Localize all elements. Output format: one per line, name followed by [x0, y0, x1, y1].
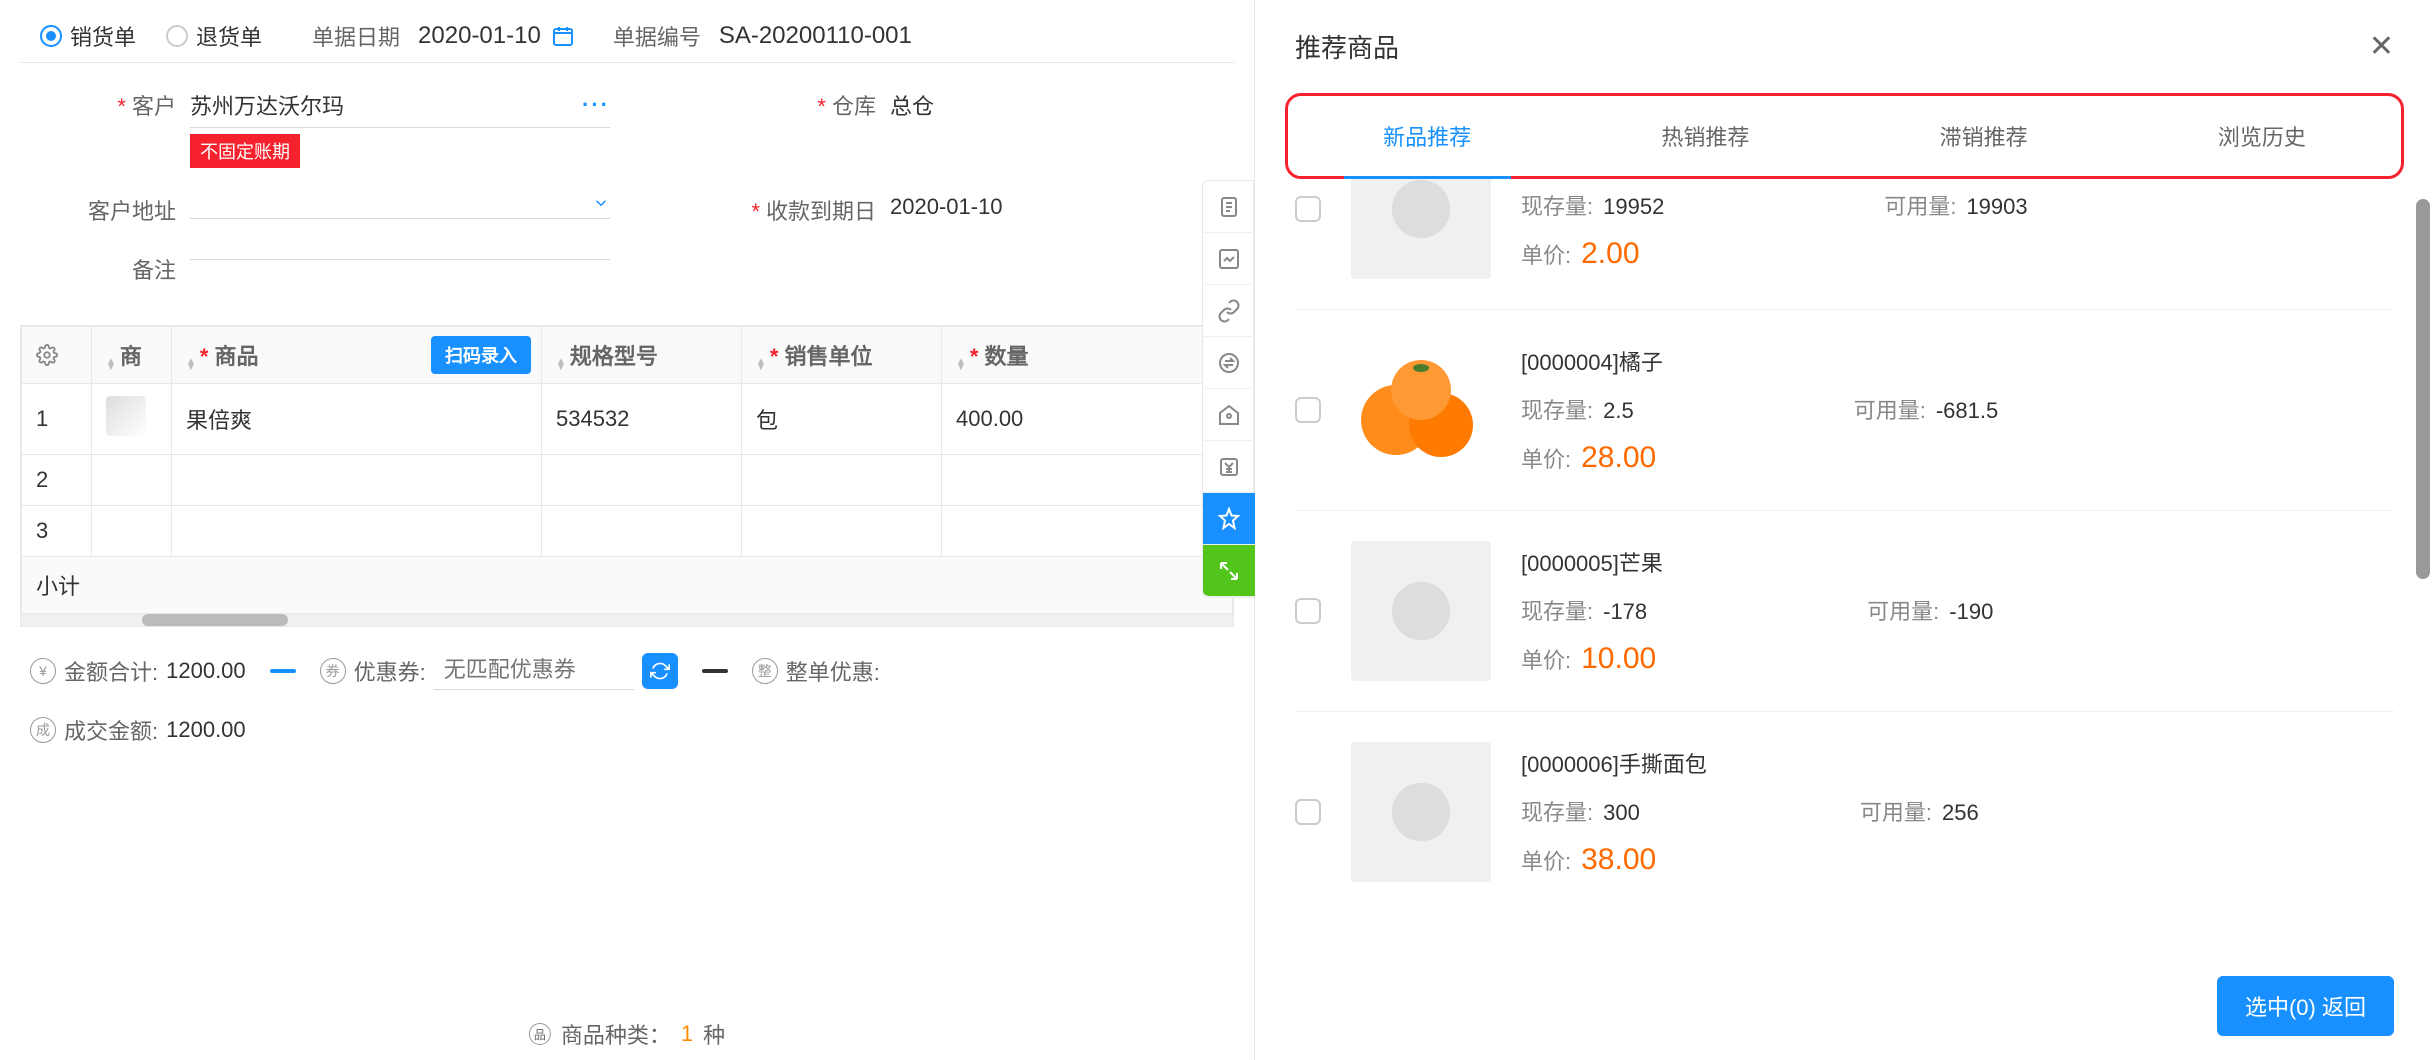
radio-return[interactable]: 退货单 — [166, 20, 262, 52]
list-item[interactable]: 250ml 现存量:19952 可用量:19903 单价:2.00 — [1295, 179, 2394, 310]
table-row[interactable]: 1 果倍爽 534532 包 400.00 — [22, 384, 1233, 455]
tab-hot[interactable]: 热销推荐 — [1566, 106, 1844, 166]
dash-icon — [702, 669, 728, 673]
col-qty[interactable]: ▲▼*数量 — [942, 327, 1233, 384]
chevron-down-icon — [592, 194, 610, 212]
address-field[interactable] — [190, 188, 610, 219]
item-checkbox[interactable] — [1295, 598, 1321, 624]
calendar-icon — [551, 24, 575, 48]
radio-return-label: 退货单 — [196, 20, 262, 52]
account-period-badge: 不固定账期 — [190, 134, 300, 168]
item-price: 38.00 — [1581, 843, 1656, 876]
refresh-coupon-button[interactable] — [642, 653, 678, 689]
radio-sales-label: 销货单 — [70, 20, 136, 52]
product-image — [1351, 340, 1491, 480]
cell-product[interactable]: 果倍爽 — [172, 384, 542, 455]
docno-label: 单据编号 — [613, 20, 701, 52]
radio-sales[interactable]: 销货单 — [40, 20, 136, 52]
list-item[interactable]: [0000006]手撕面包 现存量:300 可用量:256 单价:38.00 — [1295, 712, 2394, 912]
strip-link-icon[interactable] — [1203, 285, 1255, 337]
item-checkbox[interactable] — [1295, 799, 1321, 825]
docno-value: SA-20200110-001 — [719, 22, 912, 50]
item-price: 10.00 — [1581, 642, 1656, 675]
col-spec[interactable]: ▲▼规格型号 — [542, 327, 742, 384]
strip-money-icon[interactable] — [1203, 441, 1255, 493]
select-return-button[interactable]: 选中(0) 返回 — [2217, 976, 2394, 1036]
cell-unit[interactable]: 包 — [742, 384, 942, 455]
col-image[interactable]: ▲▼商 — [92, 327, 172, 384]
product-thumb — [106, 396, 146, 436]
customer-lookup-icon[interactable]: ··· — [582, 92, 610, 118]
close-icon[interactable]: ✕ — [2369, 29, 2394, 64]
bottom-summary: 品 商品种类： 1 种 — [529, 1018, 725, 1050]
gear-icon — [36, 344, 58, 366]
tab-new[interactable]: 新品推荐 — [1288, 106, 1566, 166]
tab-history[interactable]: 浏览历史 — [2123, 106, 2401, 166]
sku-icon: 品 — [529, 1023, 551, 1045]
strip-expand-icon[interactable] — [1203, 545, 1255, 597]
recommend-tabs: 新品推荐 热销推荐 滞销推荐 浏览历史 — [1285, 93, 2404, 179]
horizontal-scrollbar[interactable] — [21, 614, 1233, 626]
due-label: 收款到期日 — [766, 199, 876, 224]
cell-spec[interactable]: 534532 — [542, 384, 742, 455]
rp-title: 推荐商品 — [1295, 28, 1399, 65]
table-row[interactable]: 3 — [22, 506, 1233, 557]
coupon-input[interactable] — [434, 651, 634, 690]
strip-transfer-icon[interactable] — [1203, 337, 1255, 389]
list-item[interactable]: [0000005]芒果 现存量:-178 可用量:-190 单价:10.00 — [1295, 511, 2394, 712]
item-title: [0000006]手撕面包 — [1521, 747, 2394, 779]
warehouse-label: 仓库 — [832, 94, 876, 119]
yen-icon: ¥ — [30, 658, 56, 684]
item-price: 2.00 — [1581, 237, 1639, 270]
line-items-table: ▲▼商 ▲▼*商品 扫码录入 ▲▼规格型号 ▲▼*销售单位 ▲▼*数量 1 果倍… — [20, 325, 1234, 627]
deal-amount: 成 成交金额: 1200.00 — [30, 714, 246, 746]
deal-icon: 成 — [30, 717, 56, 743]
cell-qty[interactable]: 400.00 — [942, 384, 1233, 455]
date-value[interactable]: 2020-01-10 — [418, 22, 575, 50]
item-price: 28.00 — [1581, 441, 1656, 474]
customer-label: 客户 — [132, 94, 176, 119]
date-label: 单据日期 — [312, 20, 400, 52]
refresh-icon — [650, 661, 670, 681]
table-row[interactable]: 2 — [22, 455, 1233, 506]
recommend-list: 250ml 现存量:19952 可用量:19903 单价:2.00 [00000… — [1255, 179, 2434, 952]
amount-total: ¥ 金额合计: 1200.00 — [30, 655, 246, 687]
list-item[interactable]: [0000004]橘子 现存量:2.5 可用量:-681.5 单价:28.00 — [1295, 310, 2394, 511]
strip-user-icon[interactable] — [1203, 389, 1255, 441]
address-label: 客户地址 — [88, 199, 176, 224]
due-field[interactable]: 2020-01-10 — [890, 188, 1190, 227]
strip-star-icon[interactable] — [1203, 493, 1255, 545]
col-unit[interactable]: ▲▼*销售单位 — [742, 327, 942, 384]
side-toolbar — [1202, 180, 1254, 598]
coupon-icon: 券 — [320, 658, 346, 684]
vertical-scrollbar[interactable] — [2416, 199, 2430, 579]
col-settings[interactable] — [22, 327, 92, 384]
item-checkbox[interactable] — [1295, 196, 1321, 222]
item-title: [0000005]芒果 — [1521, 546, 2394, 578]
strip-doc-icon[interactable] — [1203, 181, 1255, 233]
customer-field[interactable]: 苏州万达沃尔玛 ··· — [190, 83, 610, 128]
subtotal-row: 小计 — [22, 557, 1233, 614]
dash-icon — [270, 669, 296, 673]
remark-field[interactable] — [190, 247, 610, 260]
item-checkbox[interactable] — [1295, 397, 1321, 423]
product-image — [1351, 179, 1491, 279]
strip-chart-icon[interactable] — [1203, 233, 1255, 285]
item-title: [0000004]橘子 — [1521, 345, 2394, 377]
whole-discount: 整 整单优惠: — [752, 655, 880, 687]
product-image — [1351, 742, 1491, 882]
product-image — [1351, 541, 1491, 681]
col-product[interactable]: ▲▼*商品 扫码录入 — [172, 327, 542, 384]
scan-entry-button[interactable]: 扫码录入 — [431, 336, 531, 374]
doc-type-tabs: 销货单 退货单 单据日期 2020-01-10 单据编号 SA-20200110… — [20, 10, 1234, 63]
coupon-field: 券 优惠券: — [320, 651, 678, 690]
remark-label: 备注 — [132, 258, 176, 283]
discount-icon: 整 — [752, 658, 778, 684]
warehouse-field[interactable]: 总仓 — [890, 83, 1190, 128]
tab-slow[interactable]: 滞销推荐 — [1845, 106, 2123, 166]
